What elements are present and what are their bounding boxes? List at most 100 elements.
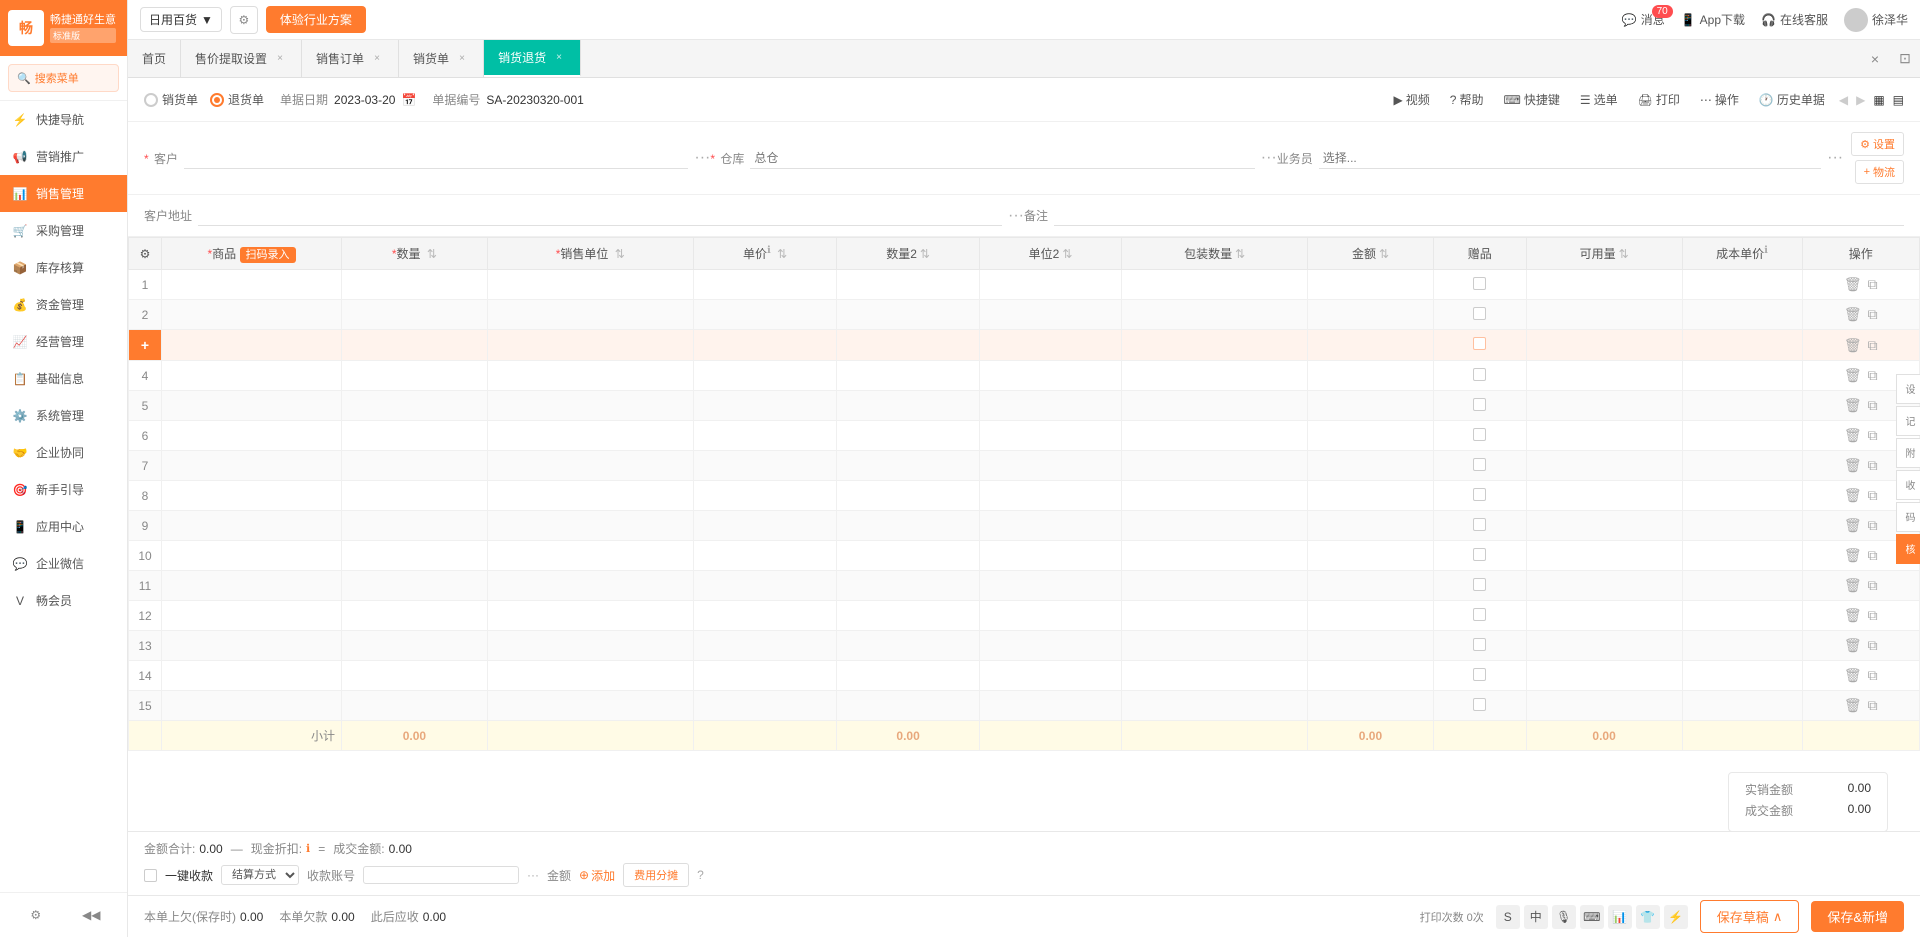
tab-sale-order[interactable]: 销售订单 ×	[302, 40, 399, 77]
copy-icon-5[interactable]: ⧉	[1868, 397, 1878, 414]
sidebar-item-basics[interactable]: 📋 基础信息	[0, 360, 127, 397]
footer-icon-2[interactable]: 中	[1524, 905, 1548, 929]
fee-split-button[interactable]: 费用分摊	[623, 863, 689, 887]
footer-icon-3[interactable]: 🎙	[1552, 905, 1576, 929]
right-btn-attach[interactable]: 附	[1896, 438, 1920, 468]
sidebar-item-app-center[interactable]: 📱 应用中心	[0, 508, 127, 545]
copy-icon-13[interactable]: ⧉	[1868, 637, 1878, 654]
radio-return[interactable]: 退货单	[210, 91, 264, 108]
sidebar-item-inventory[interactable]: 📦 库存核算	[0, 249, 127, 286]
unit2-sort-icon[interactable]: ⇅	[1062, 247, 1072, 261]
qty2-sort-icon[interactable]: ⇅	[920, 247, 930, 261]
delete-icon-14[interactable]: 🗑	[1844, 667, 1862, 684]
tab-close-sale-setting[interactable]: ×	[273, 52, 287, 66]
gift-checkbox-2[interactable]	[1473, 307, 1486, 320]
customer-select-button[interactable]: ···	[694, 149, 710, 167]
copy-icon-4[interactable]: ⧉	[1868, 367, 1878, 384]
gift-checkbox-14[interactable]	[1473, 668, 1486, 681]
delete-icon-7[interactable]: 🗑	[1844, 457, 1862, 474]
add-payment-button[interactable]: ⊕ 添加	[579, 867, 615, 884]
footer-icon-7[interactable]: ⚡	[1664, 905, 1688, 929]
sidebar-item-sales[interactable]: 📊 销售管理	[0, 175, 127, 212]
copy-icon-7[interactable]: ⧉	[1868, 457, 1878, 474]
right-btn-star[interactable]: 收	[1896, 470, 1920, 500]
sidebar-item-guide[interactable]: 🎯 新手引导	[0, 471, 127, 508]
account-input[interactable]	[363, 866, 519, 884]
delete-icon-10[interactable]: 🗑	[1844, 547, 1862, 564]
tab-close-sale-delivery[interactable]: ×	[455, 52, 469, 66]
qty-sort-icon[interactable]: ⇅	[427, 247, 437, 261]
tab-home[interactable]: 首页	[128, 40, 181, 77]
delete-icon-2[interactable]: 🗑	[1844, 306, 1862, 323]
history-btn[interactable]: 🕐 历史单据	[1753, 88, 1831, 111]
copy-icon-6[interactable]: ⧉	[1868, 427, 1878, 444]
delete-icon-5[interactable]: 🗑	[1844, 397, 1862, 414]
window-maximize-button[interactable]: ⊡	[1890, 40, 1920, 78]
gift-checkbox-13[interactable]	[1473, 638, 1486, 651]
industry-select[interactable]: 日用百货 ▼	[140, 7, 222, 32]
copy-icon-14[interactable]: ⧉	[1868, 667, 1878, 684]
sidebar-collapse-button[interactable]: ◀◀	[77, 901, 105, 929]
sidebar-item-marketing[interactable]: 📢 营销推广	[0, 138, 127, 175]
scan-button[interactable]: 扫码录入	[240, 247, 296, 263]
radio-sale[interactable]: 销货单	[144, 91, 198, 108]
video-btn[interactable]: ▶ 视频	[1388, 88, 1436, 111]
right-btn-notes[interactable]: 记	[1896, 406, 1920, 436]
operate-btn[interactable]: ⋯ 操作	[1694, 88, 1745, 111]
unit-price-sort-icon[interactable]: ⇅	[777, 247, 787, 261]
delete-icon-4[interactable]: 🗑	[1844, 367, 1862, 384]
online-service-button[interactable]: 🎧 在线客服	[1761, 11, 1828, 28]
sidebar-item-member[interactable]: V 畅会员	[0, 582, 127, 619]
one-click-checkbox[interactable]	[144, 869, 157, 882]
cash-discount-hint[interactable]: ℹ	[306, 842, 310, 855]
delete-icon-12[interactable]: 🗑	[1844, 607, 1862, 624]
customer-input[interactable]	[184, 148, 688, 169]
copy-icon-9[interactable]: ⧉	[1868, 517, 1878, 534]
delete-icon-8[interactable]: 🗑	[1844, 487, 1862, 504]
warehouse-input[interactable]	[750, 148, 1254, 169]
delete-icon-9[interactable]: 🗑	[1844, 517, 1862, 534]
copy-icon-10[interactable]: ⧉	[1868, 547, 1878, 564]
sidebar-item-enterprise[interactable]: 🤝 企业协同	[0, 434, 127, 471]
gift-checkbox-6[interactable]	[1473, 428, 1486, 441]
tab-sale-return[interactable]: 销货退货 ×	[484, 40, 581, 77]
pack-qty-sort-icon[interactable]: ⇅	[1235, 247, 1245, 261]
calendar-icon[interactable]: 📅	[401, 93, 416, 107]
logistics-button[interactable]: + 物流	[1855, 160, 1904, 184]
copy-icon-12[interactable]: ⧉	[1868, 607, 1878, 624]
tab-sale-delivery[interactable]: 销货单 ×	[399, 40, 484, 77]
sidebar-settings-button[interactable]: ⚙	[22, 901, 50, 929]
gift-checkbox-4[interactable]	[1473, 368, 1486, 381]
staff-select-button[interactable]: ···	[1827, 149, 1843, 167]
experience-button[interactable]: 体验行业方案	[266, 6, 366, 33]
print-btn[interactable]: 🖨 打印	[1632, 88, 1686, 111]
list-view-icon[interactable]: ▤	[1893, 93, 1904, 107]
staff-input[interactable]	[1319, 148, 1821, 169]
delete-icon-11[interactable]: 🗑	[1844, 577, 1862, 594]
sidebar-item-purchase[interactable]: 🛒 采购管理	[0, 212, 127, 249]
user-menu-button[interactable]: 徐泽华	[1844, 8, 1908, 32]
gift-checkbox-3[interactable]	[1473, 337, 1486, 350]
copy-icon-2[interactable]: ⧉	[1868, 306, 1878, 323]
footer-icon-6[interactable]: 👕	[1636, 905, 1660, 929]
setup-button[interactable]: ⚙ 设置	[1851, 132, 1904, 156]
warehouse-select-button[interactable]: ···	[1261, 149, 1277, 167]
sidebar-search-button[interactable]: 🔍 搜索菜单	[8, 64, 119, 92]
gift-checkbox-8[interactable]	[1473, 488, 1486, 501]
window-close-button[interactable]: ×	[1860, 40, 1890, 78]
footer-icon-4[interactable]: ⌨	[1580, 905, 1604, 929]
address-input[interactable]	[198, 205, 1002, 226]
gift-checkbox-11[interactable]	[1473, 578, 1486, 591]
tab-sale-setting[interactable]: 售价提取设置 ×	[181, 40, 302, 77]
gift-checkbox-9[interactable]	[1473, 518, 1486, 531]
sidebar-item-system[interactable]: ⚙️ 系统管理	[0, 397, 127, 434]
sidebar-item-finance[interactable]: 💰 资金管理	[0, 286, 127, 323]
grid-view-icon[interactable]: ▦	[1873, 93, 1884, 107]
remark-input[interactable]	[1054, 205, 1904, 226]
delete-icon-15[interactable]: 🗑	[1844, 697, 1862, 714]
save-new-button[interactable]: 保存&新增	[1811, 901, 1904, 932]
delete-icon-1[interactable]: 🗑	[1844, 276, 1862, 293]
shortcut-btn[interactable]: ⌨ 快捷键	[1497, 88, 1565, 111]
delete-icon-13[interactable]: 🗑	[1844, 637, 1862, 654]
sidebar-item-operations[interactable]: 📈 经营管理	[0, 323, 127, 360]
